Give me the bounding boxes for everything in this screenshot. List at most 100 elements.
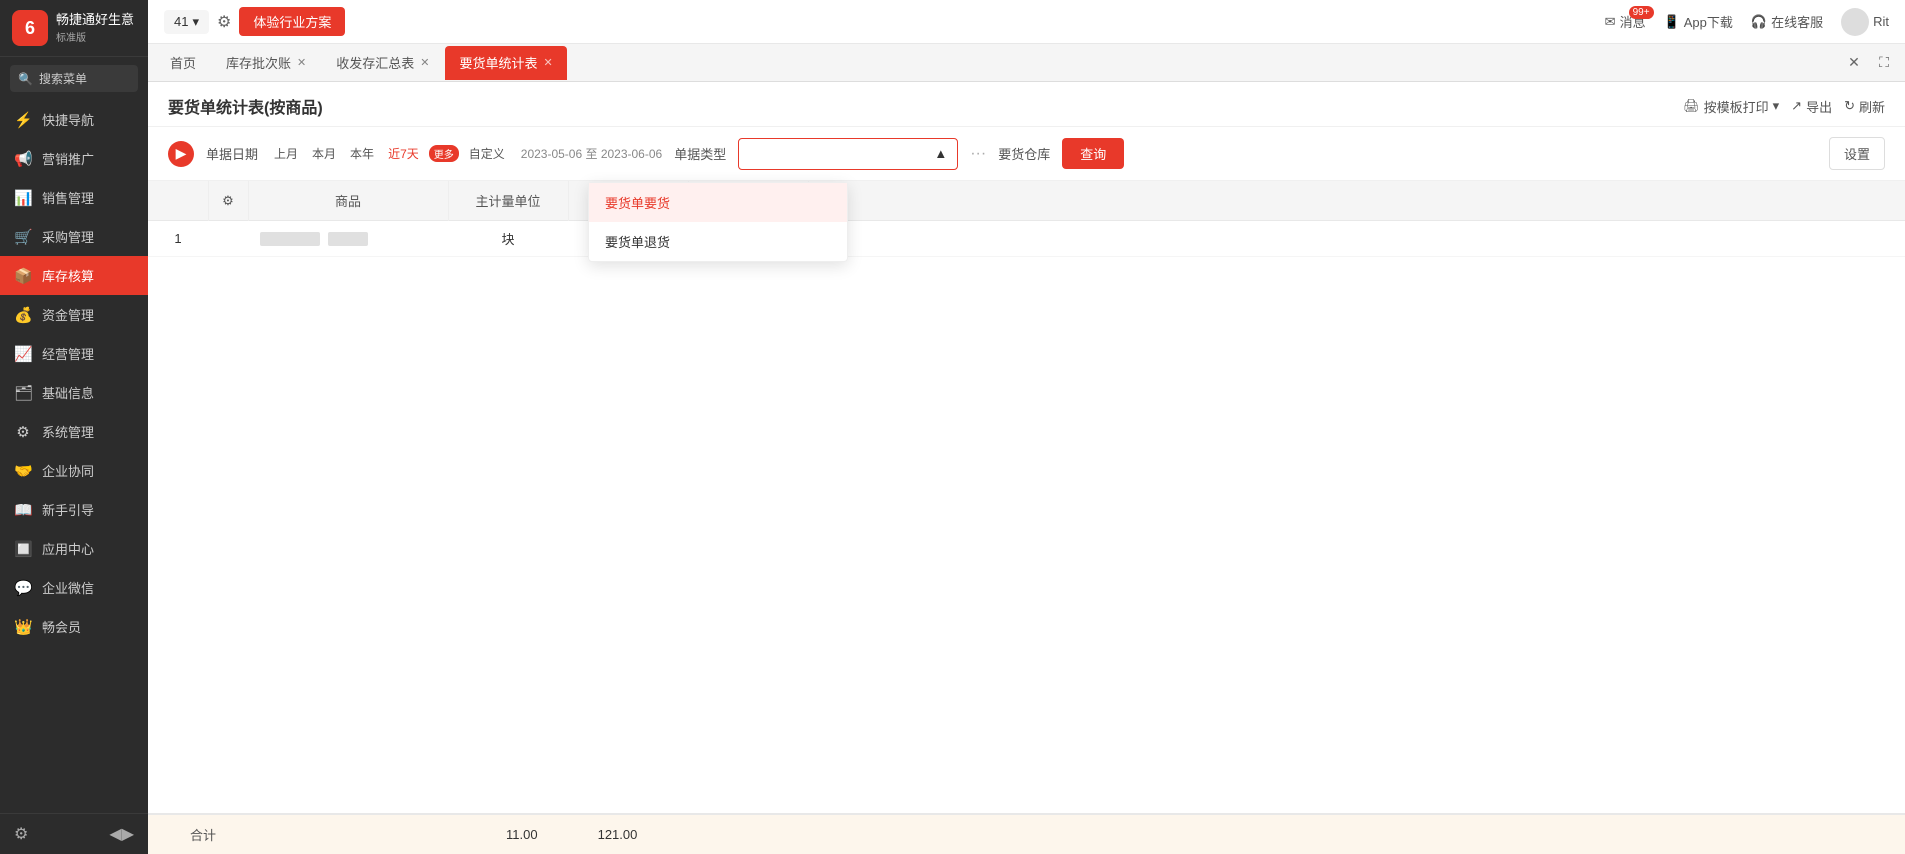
tab-label: 收发存汇总表 [336, 53, 414, 72]
tab-home[interactable]: 首页 [156, 46, 210, 80]
sidebar-item-system[interactable]: ⚙ 系统管理 [0, 412, 148, 451]
tab-close-icon[interactable]: ✕ [297, 56, 306, 69]
product-placeholder-2 [328, 232, 368, 246]
marketing-icon: 📢 [14, 150, 32, 168]
cell-product [248, 221, 448, 257]
sidebar-item-label: 新手引导 [42, 500, 94, 519]
finance-icon: 💰 [14, 306, 32, 324]
top-bar: 41 ▾ ⚙ 体验行业方案 ✉ 消息 99+ 📱 App下载 🎧 在线客服 R [148, 0, 1905, 44]
sidebar-item-guide[interactable]: 📖 新手引导 [0, 490, 148, 529]
date-custom-btn[interactable]: 自定义 [465, 143, 509, 164]
message-icon: ✉ [1605, 14, 1616, 30]
query-button[interactable]: 查询 [1062, 138, 1124, 169]
app-download-action[interactable]: 📱 App下载 [1664, 12, 1733, 31]
search-label: 搜索菜单 [39, 70, 87, 87]
operation-icon: 📈 [14, 345, 32, 363]
footer-qty: 11.00 [506, 827, 538, 842]
main-area: 41 ▾ ⚙ 体验行业方案 ✉ 消息 99+ 📱 App下载 🎧 在线客服 R [148, 0, 1905, 854]
sidebar-item-sales[interactable]: 📊 销售管理 [0, 178, 148, 217]
sidebar-item-wechat[interactable]: 💬 企业微信 [0, 568, 148, 607]
tab-maximize-button[interactable]: ⛶ [1871, 50, 1897, 76]
dropdown-item-order-return[interactable]: 要货单退货 [589, 222, 847, 261]
date-this-month-btn[interactable]: 本月 [308, 143, 340, 164]
sidebar-item-label: 基础信息 [42, 383, 94, 402]
tab-collect-summary[interactable]: 收发存汇总表 ✕ [322, 46, 443, 80]
topbar-settings-icon[interactable]: ⚙ [217, 12, 231, 32]
tab-inventory-batch[interactable]: 库存批次账 ✕ [212, 46, 320, 80]
sidebar-item-member[interactable]: 👑 畅会员 [0, 607, 148, 646]
enterprise-icon: 🤝 [14, 462, 32, 480]
dropdown-item-order-purchase[interactable]: 要货单要货 [589, 183, 847, 222]
sidebar-item-apps[interactable]: 🔲 应用中心 [0, 529, 148, 568]
col-header-settings[interactable]: ⚙ [208, 181, 248, 221]
export-label: 导出 [1806, 97, 1832, 116]
inventory-icon: 📦 [14, 267, 32, 285]
type-filter-label: 单据类型 [674, 144, 726, 163]
sidebar-item-operation[interactable]: 📈 经营管理 [0, 334, 148, 373]
table-container: ⚙ 商品 主计量单位 主数量 零售金额 1 [148, 181, 1905, 813]
tab-order-stats[interactable]: 要货单统计表 ✕ [445, 46, 566, 80]
sidebar-item-shortcut[interactable]: ⚡ 快捷导航 [0, 100, 148, 139]
tab-label: 要货单统计表 [459, 53, 537, 72]
app-name: 畅捷通好生意 [56, 12, 134, 29]
page-header: 要货单统计表(按商品) 🖨 按模板打印 ▾ ↗ 导出 ↻ 刷新 [148, 82, 1905, 127]
shortcut-icon: ⚡ [14, 111, 32, 129]
date-this-year-btn[interactable]: 本年 [346, 143, 378, 164]
table-footer: 合计 11.00 121.00 [148, 813, 1905, 854]
sidebar-item-base[interactable]: 🗂 基础信息 [0, 373, 148, 412]
settings-button[interactable]: 设置 [1829, 137, 1885, 170]
sidebar-item-marketing[interactable]: 📢 营销推广 [0, 139, 148, 178]
user-avatar [1841, 8, 1869, 36]
warehouse-filter-label: 要货仓库 [998, 144, 1050, 163]
sidebar-search[interactable]: 🔍 搜索菜单 [10, 65, 138, 92]
store-selector[interactable]: 41 ▾ [164, 10, 209, 34]
tab-close-all-button[interactable]: ✕ [1841, 50, 1867, 76]
sidebar-item-purchase[interactable]: 🛒 采购管理 [0, 217, 148, 256]
sidebar-item-inventory[interactable]: 📦 库存核算 [0, 256, 148, 295]
col-header-extra [808, 181, 1905, 221]
user-profile[interactable]: Rit [1841, 8, 1889, 36]
tab-label: 库存批次账 [226, 53, 291, 72]
type-select[interactable]: ▲ [738, 138, 958, 170]
header-actions: 🖨 按模板打印 ▾ ↗ 导出 ↻ 刷新 [1683, 97, 1885, 116]
settings-footer-icon[interactable]: ⚙ [14, 824, 28, 844]
sidebar-item-enterprise[interactable]: 🤝 企业协同 [0, 451, 148, 490]
sidebar: 6 畅捷通好生意 标准版 🔍 搜索菜单 ⚡ 快捷导航 📢 营销推广 📊 销售管理… [0, 0, 148, 854]
app-logo-icon: 6 [12, 10, 48, 46]
purchase-icon: 🛒 [14, 228, 32, 246]
sidebar-item-label: 采购管理 [42, 227, 94, 246]
date-last-7days-btn[interactable]: 近7天 [384, 143, 423, 164]
date-filter-label: 单据日期 [206, 144, 258, 163]
base-icon: 🗂 [14, 384, 32, 402]
sidebar-nav: ⚡ 快捷导航 📢 营销推广 📊 销售管理 🛒 采购管理 📦 库存核算 💰 资金管… [0, 100, 148, 813]
apps-icon: 🔲 [14, 540, 32, 558]
date-last-month-btn[interactable]: 上月 [270, 143, 302, 164]
export-button[interactable]: ↗ 导出 [1791, 97, 1832, 116]
member-icon: 👑 [14, 618, 32, 636]
filter-bar: ▶ 单据日期 上月 本月 本年 近7天 更多 自定义 2023-05-06 至 … [148, 127, 1905, 181]
collapse-icon[interactable]: ◀▶ [109, 824, 134, 844]
trial-button[interactable]: 体验行业方案 [239, 7, 345, 36]
tab-controls: ✕ ⛶ [1841, 50, 1897, 76]
top-bar-right: ✉ 消息 99+ 📱 App下载 🎧 在线客服 Rit [1605, 8, 1889, 36]
type-dropdown: 要货单要货 要货单退货 [588, 182, 848, 262]
date-more-badge[interactable]: 更多 [429, 145, 459, 162]
online-service-action[interactable]: 🎧 在线客服 [1751, 12, 1823, 31]
data-table: ⚙ 商品 主计量单位 主数量 零售金额 1 [148, 181, 1905, 257]
type-more-dots[interactable]: ··· [970, 145, 986, 163]
tab-close-icon[interactable]: ✕ [544, 56, 553, 69]
cell-settings [208, 221, 248, 257]
sidebar-item-label: 快捷导航 [42, 110, 94, 129]
chevron-down-icon: ▾ [192, 14, 199, 30]
col-header-unit: 主计量单位 [448, 181, 568, 221]
print-button[interactable]: 🖨 按模板打印 ▾ [1683, 97, 1779, 116]
footer-amount: 121.00 [598, 827, 638, 842]
tab-close-icon[interactable]: ✕ [420, 56, 429, 69]
refresh-button[interactable]: ↻ 刷新 [1844, 97, 1885, 116]
expand-filter-button[interactable]: ▶ [168, 141, 194, 167]
user-name: Rit [1873, 14, 1889, 29]
table-settings-icon[interactable]: ⚙ [222, 193, 234, 208]
sidebar-item-finance[interactable]: 💰 资金管理 [0, 295, 148, 334]
sidebar-item-label: 销售管理 [42, 188, 94, 207]
messages-action[interactable]: ✉ 消息 99+ [1605, 12, 1646, 31]
